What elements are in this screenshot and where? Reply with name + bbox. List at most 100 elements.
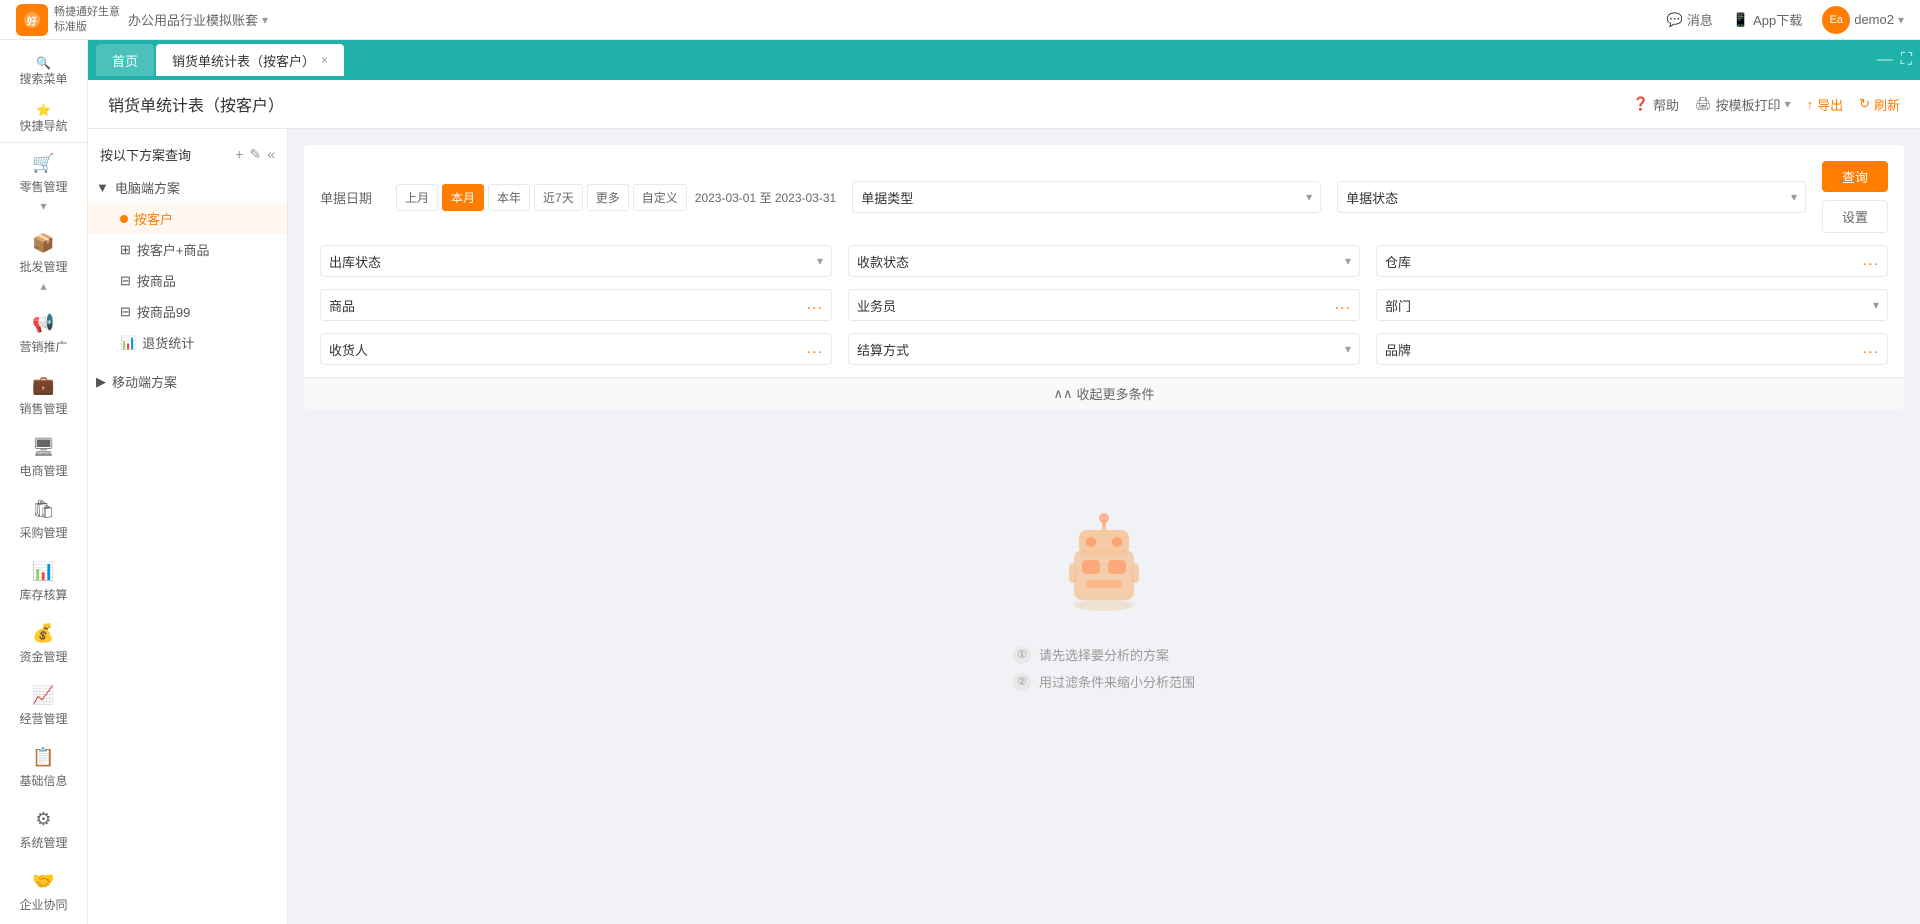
app-download-button[interactable]: 📱 App下载 [1733,10,1802,29]
print-chevron-icon: ▾ [1785,97,1791,111]
ecommerce-icon: 🖥 [32,437,55,458]
sidebar-item-inventory[interactable]: 📊 库存核算 [0,551,87,613]
grid-icon: ⊞ [120,242,131,258]
help-button[interactable]: ❓ 帮助 [1633,95,1679,114]
user-profile[interactable]: Ea demo2 ▾ [1822,6,1904,34]
warehouse-dots-icon[interactable]: ... [1863,252,1879,270]
panel-header-actions: + ✎ « [235,146,275,163]
edit-scheme-icon[interactable]: ✎ [249,146,261,163]
doc-status-select[interactable]: 单据状态 ▾ [1337,181,1806,213]
collapse-panel-icon[interactable]: « [267,146,275,163]
page-title: 销货单统计表（按客户） [108,92,284,116]
date-this-year[interactable]: 本年 [488,184,530,211]
out-status-select[interactable]: 出库状态 ▾ [320,245,832,277]
department-select[interactable]: 部门 ▾ [1376,289,1888,321]
sidebar-item-ecommerce[interactable]: 🖥 电商管理 [0,427,87,489]
active-dot-icon [120,215,128,223]
tab-sales-stats[interactable]: 销货单统计表（按客户） × [156,44,344,76]
top-bar-right: 💬 消息 📱 App下载 Ea demo2 ▾ [1667,6,1904,34]
template-print-button[interactable]: 🖨 按模板打印 ▾ [1695,95,1791,114]
left-panel: 按以下方案查询 + ✎ « ▼ 电脑端方案 按客户 [88,129,288,924]
export-icon: ↑ [1807,97,1814,112]
scheme-return-stats[interactable]: 📊 退货统计 [88,327,287,358]
date-last7[interactable]: 近7天 [534,184,583,211]
page-actions: ❓ 帮助 🖨 按模板打印 ▾ ↑ 导出 ↻ 刷新 [1633,95,1900,114]
sidebar-item-marketing[interactable]: 📢 营销推广 [0,303,87,365]
logo-area: 好 畅捷通好生意 标准版 [16,4,120,36]
scheme-by-customer[interactable]: 按客户 [88,203,287,234]
scheme-by-product[interactable]: ⊟ 按商品 [88,265,287,296]
scheme-by-product99[interactable]: ⊟ 按商品99 [88,296,287,327]
system-icon: ⚙ [35,809,51,830]
industry-selector[interactable]: 办公用品行业模拟账套 ▾ [128,10,268,29]
page-header: 销货单统计表（按客户） ❓ 帮助 🖨 按模板打印 ▾ ↑ 导出 [88,80,1920,129]
operation-icon: 📈 [32,685,54,706]
date-this-month[interactable]: 本月 [442,184,484,211]
recipient-dots-icon[interactable]: ... [807,340,823,358]
payment-select[interactable]: 结算方式 ▾ [848,333,1360,365]
sidebar-item-system[interactable]: ⚙ 系统管理 [0,799,87,861]
expand-icon: ▾ [40,199,46,213]
receipt-status-select[interactable]: 收款状态 ▾ [848,245,1360,277]
doc-status-chevron-icon: ▾ [1791,190,1797,204]
tab-minimize-icon[interactable]: — [1877,51,1893,69]
sidebar-item-purchase[interactable]: 🛍 采购管理 [0,489,87,551]
search-menu-item[interactable]: 🔍 搜索菜单 [0,48,87,95]
warehouse-select[interactable]: 仓库 ... [1376,245,1888,277]
collapse-button[interactable]: ∧∧ 收起更多条件 [304,377,1904,409]
sidebar-item-operation[interactable]: 📈 经营管理 [0,675,87,737]
product-select[interactable]: 商品 ... [320,289,832,321]
product-dots-icon[interactable]: ... [807,296,823,314]
empty-tips: ① 请先选择要分析的方案 ② 用过滤条件来缩小分析范围 [1013,645,1195,691]
date-label: 单据日期 [320,188,380,207]
date-custom[interactable]: 自定义 [633,184,687,211]
doc-type-select[interactable]: 单据类型 ▾ [852,181,1321,213]
quick-nav-item[interactable]: ⭐ 快捷导航 [0,95,87,143]
message-button[interactable]: 💬 消息 [1667,10,1713,29]
date-last-month[interactable]: 上月 [396,184,438,211]
empty-tip-2: ② 用过滤条件来缩小分析范围 [1013,672,1195,691]
salesperson-select[interactable]: 业务员 ... [848,289,1360,321]
tab-home[interactable]: 首页 [96,44,154,76]
department-chevron-icon: ▾ [1873,298,1879,312]
panel-header: 按以下方案查询 + ✎ « [88,137,287,172]
brand-dots-icon[interactable]: ... [1863,340,1879,358]
date-more[interactable]: 更多 [587,184,629,211]
purchase-icon: 🛍 [32,499,55,520]
main-layout: 🔍 搜索菜单 ⭐ 快捷导航 🛒 零售管理 ▾ 📦 批发管理 ▴ 📢 营销推广 [0,40,1920,924]
expand-arrow-icon[interactable]: ▼ [96,180,109,195]
tab-maximize-icon[interactable]: ⛶ [1901,51,1912,69]
sidebar-item-retail[interactable]: 🛒 零售管理 ▾ [0,143,87,223]
sidebar-item-base[interactable]: 📋 基础信息 [0,737,87,799]
expand-arrow-right-icon[interactable]: ▶ [96,374,106,390]
sidebar-item-finance[interactable]: 💰 资金管理 [0,613,87,675]
salesperson-dots-icon[interactable]: ... [1335,296,1351,314]
finance-icon: 💰 [32,623,54,644]
right-content: 单据日期 上月 本月 本年 近7天 更多 自定义 2023-03-01 至 20… [288,129,1920,924]
export-button[interactable]: ↑ 导出 [1807,95,1844,114]
expand-icon: ▴ [40,279,46,293]
add-scheme-icon[interactable]: + [235,146,243,163]
sidebar-item-sales[interactable]: 💼 销售管理 [0,365,87,427]
message-icon: 💬 [1667,12,1683,28]
scheme-by-customer-product[interactable]: ⊞ 按客户+商品 [88,234,287,265]
top-bar: 好 畅捷通好生意 标准版 办公用品行业模拟账套 ▾ 💬 消息 📱 App下载 [0,0,1920,40]
user-chevron-icon: ▾ [1898,13,1904,27]
refresh-button[interactable]: ↻ 刷新 [1859,95,1900,114]
avatar: Ea [1822,6,1850,34]
sidebar-item-wholesale[interactable]: 📦 批发管理 ▴ [0,223,87,303]
tip-num-2: ② [1013,673,1031,691]
brand-select[interactable]: 品牌 ... [1376,333,1888,365]
tab-bar-right: — ⛶ [1877,51,1912,69]
settings-button[interactable]: 设置 [1822,200,1888,233]
out-status-chevron-icon: ▾ [817,254,823,268]
logo-text: 畅捷通好生意 标准版 [54,5,120,34]
chart-icon: 📊 [120,335,136,351]
desktop-section: ▼ 电脑端方案 [88,172,287,203]
help-icon: ❓ [1633,96,1649,112]
query-button[interactable]: 查询 [1822,161,1888,192]
sidebar-item-enterprise[interactable]: 🤝 企业协同 [0,861,87,923]
recipient-select[interactable]: 收货人 ... [320,333,832,365]
receipt-status-chevron-icon: ▾ [1345,254,1351,268]
tab-close-icon[interactable]: × [321,53,328,67]
